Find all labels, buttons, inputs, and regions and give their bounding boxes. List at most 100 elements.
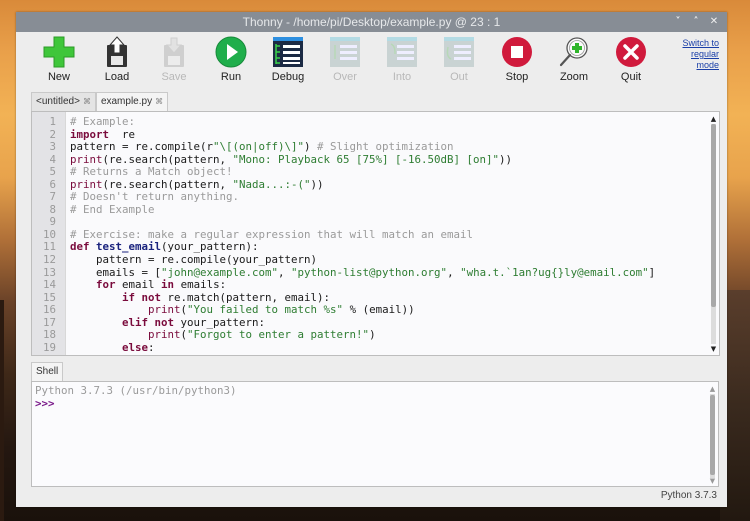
- code-token: test_email: [96, 240, 162, 254]
- scroll-down-arrow-icon[interactable]: ▼: [709, 345, 718, 353]
- code-token: (re.search(pattern,: [102, 152, 233, 166]
- shell-banner: Python 3.7.3 (/usr/bin/python3): [35, 384, 237, 397]
- switch-to-regular-mode-link[interactable]: Switch to regular mode: [659, 38, 719, 71]
- quit-icon: [616, 37, 646, 67]
- editor-scrollbar[interactable]: ▲ ▼: [709, 115, 718, 353]
- code-token: if not: [122, 290, 162, 304]
- code-token: import: [70, 127, 110, 141]
- code-token: elif not: [122, 315, 175, 329]
- code-token: print: [148, 303, 181, 317]
- code-token: :: [148, 340, 155, 354]
- code-token: for: [96, 278, 116, 292]
- step-into-icon: [387, 37, 417, 67]
- shell-prompt[interactable]: >>>: [35, 397, 55, 410]
- debug-button[interactable]: Debug: [263, 35, 313, 87]
- close-window-button[interactable]: ✕: [709, 16, 719, 28]
- scrollbar-thumb[interactable]: [711, 124, 716, 307]
- switch-mode-line-2: regular: [690, 49, 719, 59]
- code-token: emails:: [174, 278, 227, 292]
- code-token: (your_pattern):: [161, 240, 259, 254]
- scroll-up-arrow-icon[interactable]: ▲: [709, 115, 718, 123]
- code-token: re: [109, 127, 136, 141]
- zoom-button[interactable]: Zoom: [549, 35, 599, 87]
- tab-label: <untitled>: [36, 96, 80, 107]
- code-line[interactable]: 19 else:: [32, 340, 719, 355]
- close-tab-icon[interactable]: ⌘: [83, 93, 91, 111]
- code-token: print: [70, 152, 103, 166]
- line-number: 7: [49, 190, 56, 204]
- window-controls: ˅ ˄ ✕: [673, 12, 719, 32]
- step-out-icon: [444, 37, 474, 67]
- run-button[interactable]: Run: [206, 35, 256, 87]
- tab-untitled[interactable]: <untitled> ⌘: [31, 92, 96, 111]
- quit-label: Quit: [620, 71, 642, 83]
- debug-label: Debug: [271, 71, 305, 83]
- code-token: # Example:: [70, 115, 136, 128]
- minimize-button[interactable]: ˅: [673, 16, 683, 28]
- code-token: "Nada...:-(": [232, 177, 311, 191]
- new-button[interactable]: New: [34, 35, 84, 87]
- step-into-button[interactable]: Into: [377, 35, 427, 87]
- title-bar[interactable]: Thonny - /home/pi/Desktop/example.py @ 2…: [16, 12, 727, 32]
- desktop-background-left: [0, 300, 4, 521]
- save-label: Save: [161, 71, 187, 83]
- stop-button[interactable]: Stop: [492, 35, 542, 87]
- code-token: "python-list@python.org": [291, 265, 448, 279]
- code-token: % (email)): [343, 303, 415, 317]
- code-token: pattern = re.compile(r: [70, 140, 214, 154]
- load-icon: [107, 36, 127, 67]
- scroll-up-arrow-icon[interactable]: ▲: [708, 385, 717, 393]
- toolbar: New Load Save Run Debug Over Into Out St…: [16, 32, 727, 92]
- step-out-label: Out: [450, 71, 468, 83]
- quit-button[interactable]: Quit: [606, 35, 656, 87]
- code-token: # Exercise: make a regular expression th…: [70, 227, 474, 241]
- code-token: "Forgot to enter a pattern!": [187, 328, 370, 342]
- line-number: 16: [42, 303, 56, 317]
- code-token: # Returns a Match object!: [70, 165, 233, 179]
- code-token: (re.search(pattern,: [102, 177, 233, 191]
- code-line[interactable]: 8 # End Example: [32, 202, 719, 217]
- thonny-window: Thonny - /home/pi/Desktop/example.py @ 2…: [16, 12, 727, 507]
- play-icon: [215, 36, 247, 68]
- debug-icon: [273, 37, 303, 67]
- shell-panel[interactable]: Python 3.7.3 (/usr/bin/python3) >>> ▲ ▼: [31, 381, 719, 487]
- shell-scrollbar[interactable]: ▲ ▼: [708, 385, 717, 485]
- code-text: # End Example: [70, 202, 155, 217]
- code-token: ): [304, 140, 318, 154]
- tab-label: example.py: [100, 96, 153, 107]
- line-number: 14: [42, 278, 56, 292]
- code-token: "john@example.com": [161, 265, 279, 279]
- window-title: Thonny - /home/pi/Desktop/example.py @ 2…: [242, 15, 501, 29]
- code-token: pattern = re.compile(your_pattern): [70, 253, 318, 267]
- maximize-button[interactable]: ˄: [691, 16, 701, 28]
- code-token: # Slight optimization: [317, 140, 454, 154]
- line-number: 5: [49, 165, 56, 179]
- code-token: # Doesn't return anything.: [70, 190, 240, 204]
- load-label: Load: [104, 71, 130, 83]
- stop-label: Stop: [505, 71, 529, 83]
- code-line[interactable]: 1 # Example:: [32, 115, 719, 129]
- code-token: emails = [: [70, 265, 162, 279]
- step-over-button[interactable]: Over: [320, 35, 370, 87]
- scrollbar-thumb[interactable]: [710, 395, 715, 475]
- tab-example-py[interactable]: example.py ⌘: [95, 92, 169, 111]
- interpreter-status[interactable]: Python 3.7.3: [661, 490, 717, 501]
- close-tab-icon[interactable]: ⌘: [155, 93, 163, 111]
- load-button[interactable]: Load: [92, 35, 142, 87]
- scroll-down-arrow-icon[interactable]: ▼: [708, 477, 717, 485]
- stop-icon: [502, 37, 532, 67]
- code-token: # End Example: [70, 202, 155, 216]
- tab-shell[interactable]: Shell: [31, 362, 64, 381]
- step-out-button[interactable]: Out: [434, 35, 484, 87]
- zoom-label: Zoom: [559, 71, 589, 83]
- save-button[interactable]: Save: [149, 35, 199, 87]
- code-token: else: [122, 340, 149, 354]
- code-token: "You failed to match %s": [187, 303, 344, 317]
- line-number: 1: [49, 115, 56, 128]
- code-editor[interactable]: 1 # Example: 2 import re 3 pattern = re.compi…: [31, 111, 720, 356]
- zoom-icon: [559, 37, 588, 67]
